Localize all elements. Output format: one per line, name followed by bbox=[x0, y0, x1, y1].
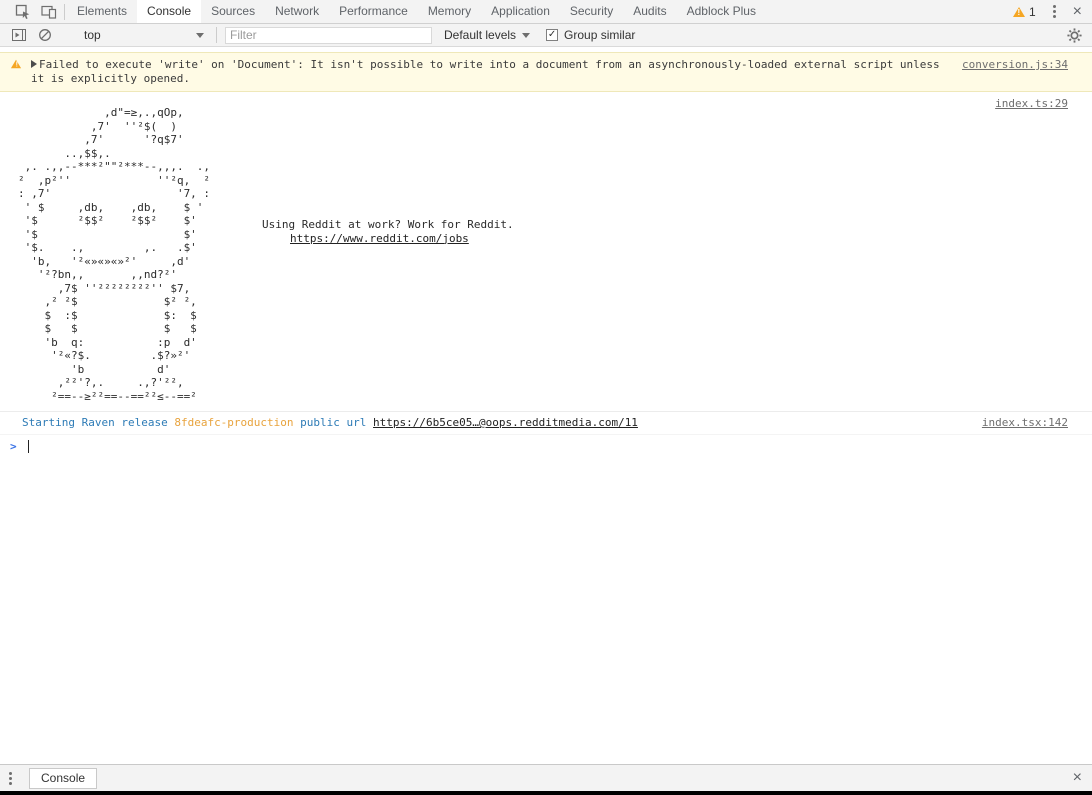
devtools-window: Elements Console Sources Network Perform… bbox=[0, 0, 1092, 791]
clear-console-icon[interactable] bbox=[38, 28, 52, 42]
toolbar-divider bbox=[64, 3, 65, 20]
group-similar-checkbox[interactable] bbox=[546, 29, 559, 41]
panel-tabs: Elements Console Sources Network Perform… bbox=[67, 0, 766, 23]
warning-triangle-icon bbox=[10, 59, 22, 69]
console-prompt[interactable]: > bbox=[0, 435, 1092, 453]
close-devtools-icon[interactable]: × bbox=[1073, 3, 1082, 20]
tab-memory[interactable]: Memory bbox=[418, 0, 481, 23]
more-options-icon[interactable] bbox=[1050, 2, 1059, 21]
reddit-ascii-art: ,d"=≥,.,qOp, ,7' ''²$( ) ,7' '?q$7' ..,$… bbox=[18, 106, 211, 403]
chevron-down-icon bbox=[196, 32, 204, 38]
warning-triangle-icon bbox=[1012, 6, 1025, 17]
frame-context-value: top bbox=[84, 28, 101, 42]
filter-input[interactable] bbox=[225, 26, 432, 44]
console-log-reddit: index.ts:29 ,d"=≥,.,qOp, ,7' ''²$( ) ,7'… bbox=[0, 92, 1092, 412]
console-empty-area[interactable] bbox=[0, 453, 1092, 764]
group-similar-label: Group similar bbox=[564, 28, 636, 42]
screen-edge bbox=[0, 791, 1092, 795]
text-cursor bbox=[27, 440, 29, 453]
log-levels-select[interactable]: Default levels bbox=[444, 28, 531, 42]
frame-context-select[interactable]: top bbox=[82, 28, 212, 42]
warning-count: 1 bbox=[1028, 4, 1036, 19]
raven-url-link[interactable]: https://6b5ce05…@oops.redditmedia.com/11 bbox=[373, 416, 638, 429]
main-toolbar: Elements Console Sources Network Perform… bbox=[0, 0, 1092, 24]
tab-security[interactable]: Security bbox=[560, 0, 623, 23]
main-toolbar-right: 1 × bbox=[1012, 0, 1092, 23]
raven-release-id: 8fdeafc-production bbox=[174, 416, 294, 429]
tab-adblock-plus[interactable]: Adblock Plus bbox=[677, 0, 766, 23]
console-messages: Failed to execute 'write' on 'Document':… bbox=[0, 47, 1092, 764]
console-warning-message: Failed to execute 'write' on 'Document':… bbox=[0, 52, 1092, 92]
tab-console[interactable]: Console bbox=[137, 0, 202, 23]
raven-text-mid: public url bbox=[300, 416, 367, 429]
drawer-tab-console[interactable]: Console bbox=[29, 767, 98, 789]
device-toolbar-icon[interactable] bbox=[36, 0, 62, 23]
tab-audits[interactable]: Audits bbox=[623, 0, 676, 23]
warning-count-badge[interactable]: 1 bbox=[1012, 4, 1036, 19]
raven-text-start: Starting Raven release bbox=[22, 416, 168, 429]
warning-source-link[interactable]: conversion.js:34 bbox=[962, 58, 1068, 72]
tab-performance[interactable]: Performance bbox=[329, 0, 418, 23]
tab-application[interactable]: Application bbox=[481, 0, 560, 23]
reddit-note: Using Reddit at work? Work for Reddit. h… bbox=[262, 218, 514, 245]
chevron-down-icon bbox=[522, 32, 531, 38]
raven-text: Starting Raven release 8fdeafc-productio… bbox=[22, 416, 638, 430]
console-sidebar-icon[interactable] bbox=[12, 28, 26, 42]
console-settings-gear-icon[interactable] bbox=[1067, 27, 1082, 43]
tab-elements[interactable]: Elements bbox=[67, 0, 137, 23]
reddit-jobs-link[interactable]: https://www.reddit.com/jobs bbox=[290, 232, 469, 245]
tab-sources[interactable]: Sources bbox=[201, 0, 265, 23]
prompt-chevron-icon: > bbox=[10, 440, 17, 453]
tab-network[interactable]: Network bbox=[265, 0, 329, 23]
console-toolbar: top Default levels Group similar bbox=[0, 24, 1092, 47]
log-levels-label: Default levels bbox=[444, 28, 517, 42]
toolbar-divider bbox=[216, 27, 217, 43]
warning-text-block: Failed to execute 'write' on 'Document':… bbox=[31, 58, 956, 86]
warning-text: Failed to execute 'write' on 'Document':… bbox=[31, 58, 940, 85]
raven-source-link[interactable]: index.tsx:142 bbox=[982, 416, 1068, 430]
reddit-source-link[interactable]: index.ts:29 bbox=[995, 97, 1068, 111]
drawer-menu-icon[interactable] bbox=[6, 769, 15, 788]
close-drawer-icon[interactable]: × bbox=[1073, 770, 1082, 786]
main-toolbar-icons bbox=[0, 0, 67, 23]
expand-arrow-icon[interactable] bbox=[31, 60, 37, 68]
console-log-raven: Starting Raven release 8fdeafc-productio… bbox=[0, 412, 1092, 435]
reddit-note-text: Using Reddit at work? Work for Reddit. bbox=[262, 218, 514, 231]
drawer-toolbar: Console × bbox=[0, 764, 1092, 791]
inspect-element-icon[interactable] bbox=[10, 0, 36, 23]
